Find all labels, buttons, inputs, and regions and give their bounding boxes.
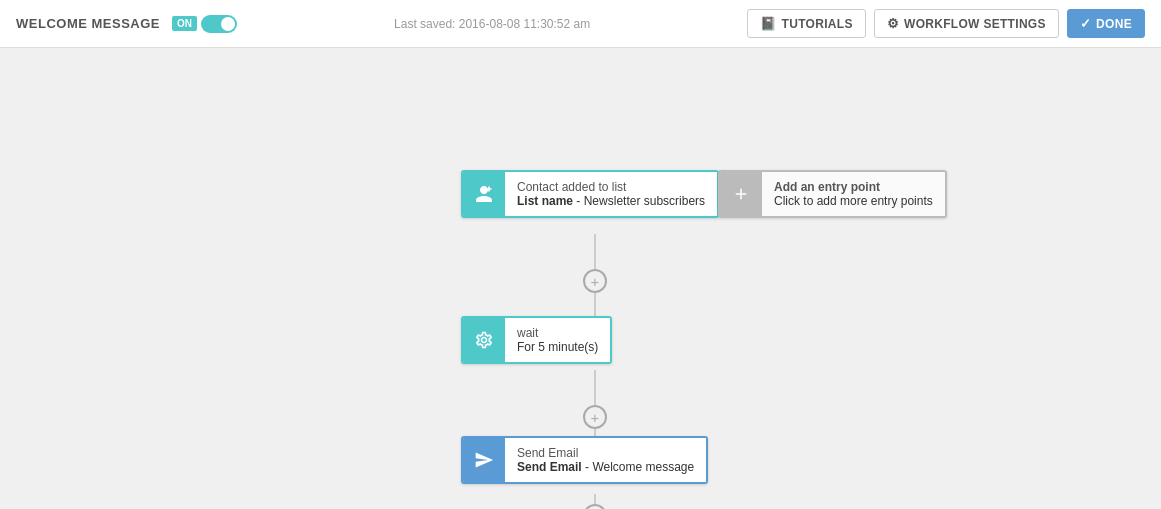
header-actions: 📓 TUTORIALS ⚙ WORKFLOW SETTINGS ✓ DONE	[747, 9, 1145, 38]
add-step-button-2[interactable]: +	[583, 405, 607, 429]
workflow-settings-button[interactable]: ⚙ WORKFLOW SETTINGS	[874, 9, 1059, 38]
header: WELCOME MESSAGE ON Last saved: 2016-08-0…	[0, 0, 1161, 48]
contact-added-node[interactable]: Contact added to list List name - Newsle…	[461, 170, 719, 218]
book-icon: 📓	[760, 16, 776, 31]
toggle-switch[interactable]	[201, 15, 237, 33]
entry-plus-icon	[720, 172, 762, 216]
toggle-container[interactable]: ON	[172, 15, 237, 33]
wait-icon	[463, 318, 505, 362]
contact-title: Contact added to list	[517, 180, 705, 194]
wait-title: wait	[517, 326, 598, 340]
add-step-button-1[interactable]: +	[583, 269, 607, 293]
send-email-node[interactable]: Send Email Send Email - Welcome message	[461, 436, 708, 484]
wait-node[interactable]: wait For 5 minute(s)	[461, 316, 612, 364]
workflow-title: WELCOME MESSAGE	[16, 16, 160, 31]
contact-icon	[463, 172, 505, 216]
connector-1: +	[583, 234, 607, 328]
tutorials-button[interactable]: 📓 TUTORIALS	[747, 9, 865, 38]
line-2a	[594, 370, 596, 405]
add-step-button-3[interactable]: +	[583, 504, 607, 509]
connector-3: +	[583, 494, 607, 509]
toggle-label: ON	[172, 16, 197, 31]
contact-subtitle: List name - Newsletter subscribers	[517, 194, 705, 208]
wait-content: wait For 5 minute(s)	[505, 318, 610, 362]
line-1a	[594, 234, 596, 269]
entry-subtitle: Click to add more entry points	[774, 194, 933, 208]
entry-point-node[interactable]: Add an entry point Click to add more ent…	[718, 170, 947, 218]
check-icon: ✓	[1080, 16, 1091, 31]
contact-content: Contact added to list List name - Newsle…	[505, 172, 717, 216]
line-3a	[594, 494, 596, 504]
last-saved: Last saved: 2016-08-08 11:30:52 am	[394, 17, 590, 31]
send-title: Send Email	[517, 446, 694, 460]
done-button[interactable]: ✓ DONE	[1067, 9, 1145, 38]
header-left: WELCOME MESSAGE ON	[16, 15, 237, 33]
entry-title: Add an entry point	[774, 180, 933, 194]
send-content: Send Email Send Email - Welcome message	[505, 438, 706, 482]
wait-subtitle: For 5 minute(s)	[517, 340, 598, 354]
gear-icon: ⚙	[887, 16, 899, 31]
send-subtitle: Send Email - Welcome message	[517, 460, 694, 474]
send-icon	[463, 438, 505, 482]
entry-content: Add an entry point Click to add more ent…	[762, 172, 945, 216]
workflow-canvas: Contact added to list List name - Newsle…	[0, 48, 1161, 509]
